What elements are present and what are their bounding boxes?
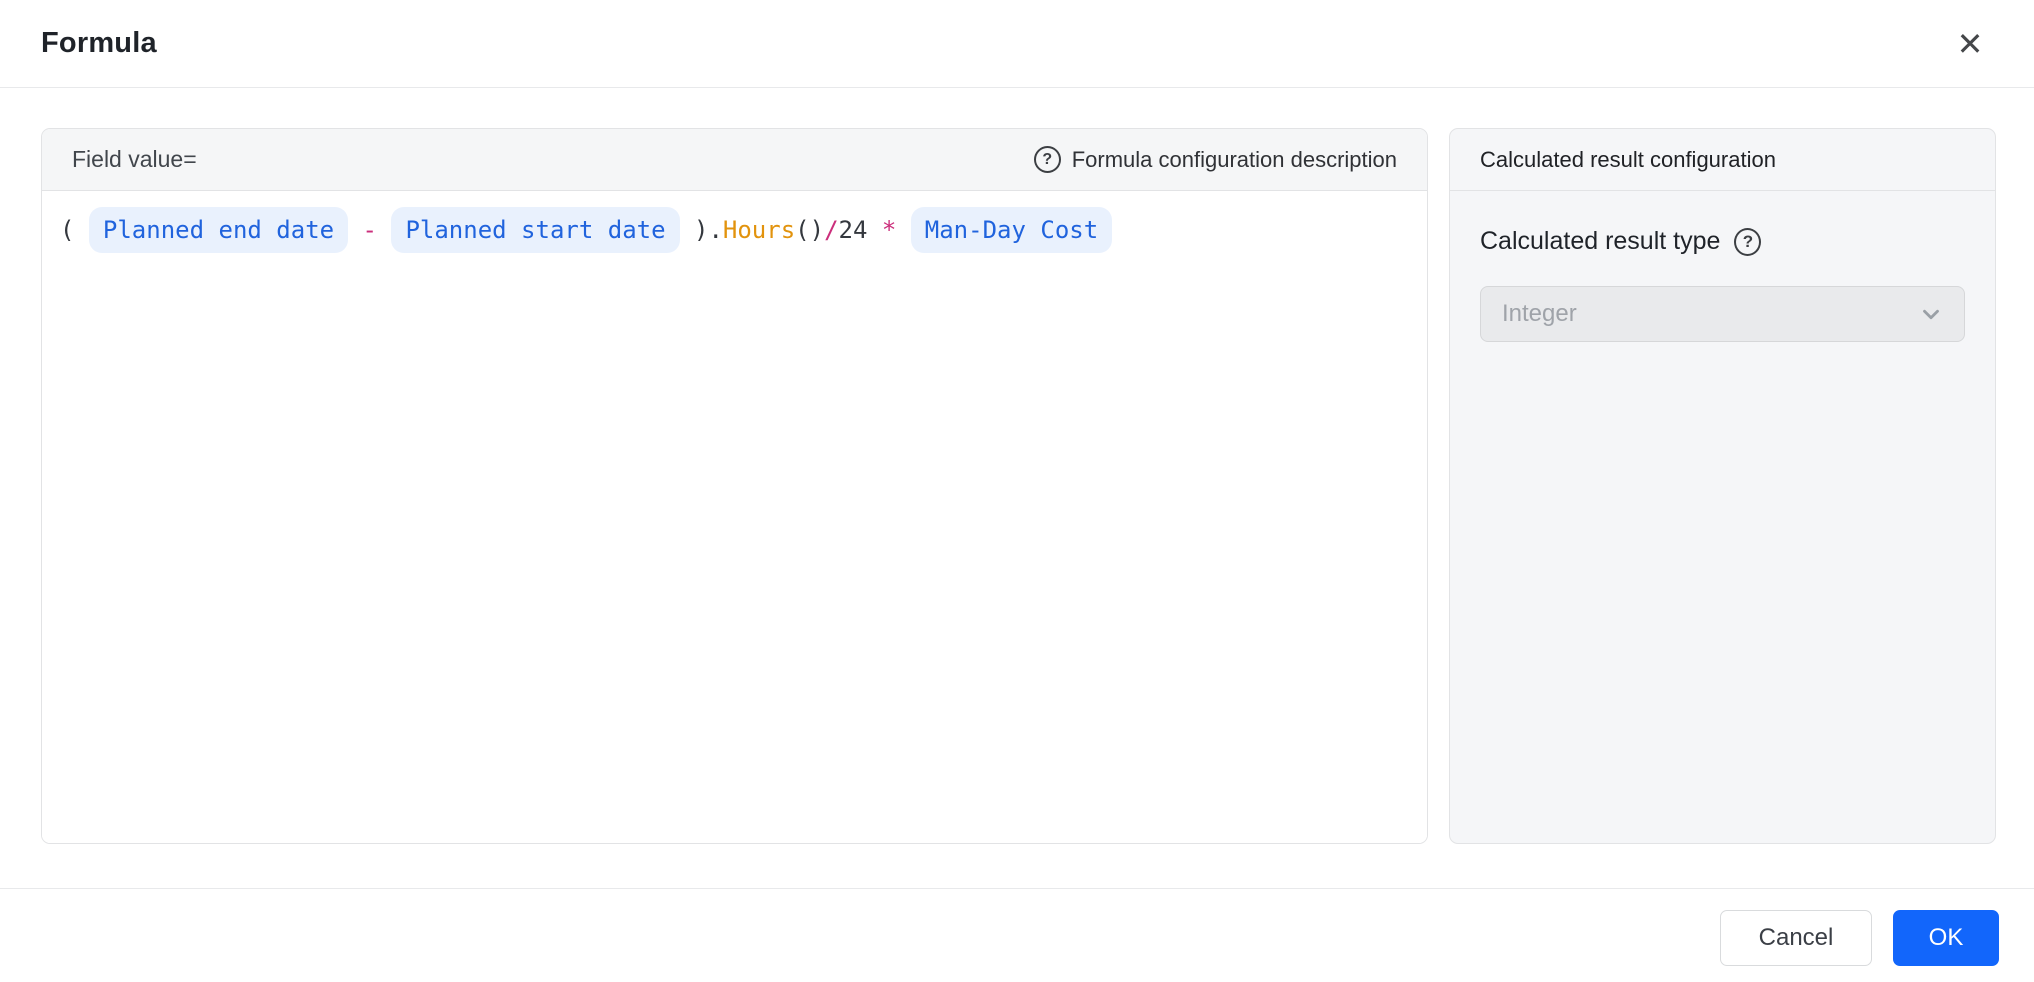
formula-expression: ( Planned end date - Planned start date …	[60, 207, 1409, 253]
editor-panel-header: Field value= ? Formula configuration des…	[42, 129, 1427, 191]
formula-token-field[interactable]: Planned end date	[88, 207, 349, 253]
dialog-header: Formula ✕	[0, 0, 2034, 88]
formula-token-function: Hours	[722, 216, 796, 244]
formula-help-link[interactable]: ? Formula configuration description	[1033, 146, 1397, 173]
result-panel-title: Calculated result configuration	[1480, 146, 1776, 172]
result-panel-header: Calculated result configuration	[1450, 129, 1995, 191]
formula-dialog: Formula ✕ Field value= ? Formula configu…	[0, 0, 2034, 982]
dialog-footer: Cancel OK	[0, 888, 2034, 982]
question-circle-icon[interactable]: ?	[1734, 227, 1762, 256]
formula-token-field[interactable]: Planned start date	[391, 207, 680, 253]
result-type-value: Integer	[1502, 300, 1577, 327]
result-type-select[interactable]: Integer	[1480, 286, 1965, 342]
close-icon: ✕	[1956, 25, 1984, 62]
close-button[interactable]: ✕	[1950, 24, 1990, 64]
field-value-label: Field value=	[72, 146, 197, 172]
formula-token-plain: ).	[679, 216, 723, 244]
result-panel-body: Calculated result type ? Integer	[1450, 191, 1995, 378]
formula-token-field[interactable]: Man-Day Cost	[910, 207, 1113, 253]
result-type-label: Calculated result type	[1480, 227, 1721, 255]
formula-editor-panel: Field value= ? Formula configuration des…	[41, 128, 1428, 844]
formula-token-plain: ()	[795, 216, 825, 244]
result-type-label-row: Calculated result type ?	[1480, 227, 1965, 256]
ok-button[interactable]: OK	[1893, 910, 1999, 966]
cancel-button[interactable]: Cancel	[1720, 910, 1872, 966]
result-config-panel: Calculated result configuration Calculat…	[1449, 128, 1996, 844]
formula-token-plain: 24	[838, 216, 882, 244]
question-circle-icon: ?	[1033, 146, 1061, 173]
formula-token-operator: *	[881, 216, 911, 244]
dialog-body: Field value= ? Formula configuration des…	[0, 88, 2034, 845]
formula-token-plain: (	[60, 216, 89, 244]
dialog-title: Formula	[41, 27, 157, 59]
chevron-down-icon	[1923, 309, 1939, 320]
formula-editor[interactable]: ( Planned end date - Planned start date …	[42, 191, 1427, 843]
formula-token-operator: -	[348, 216, 392, 244]
formula-help-label: Formula configuration description	[1071, 146, 1397, 172]
formula-token-operator: /	[824, 216, 839, 244]
